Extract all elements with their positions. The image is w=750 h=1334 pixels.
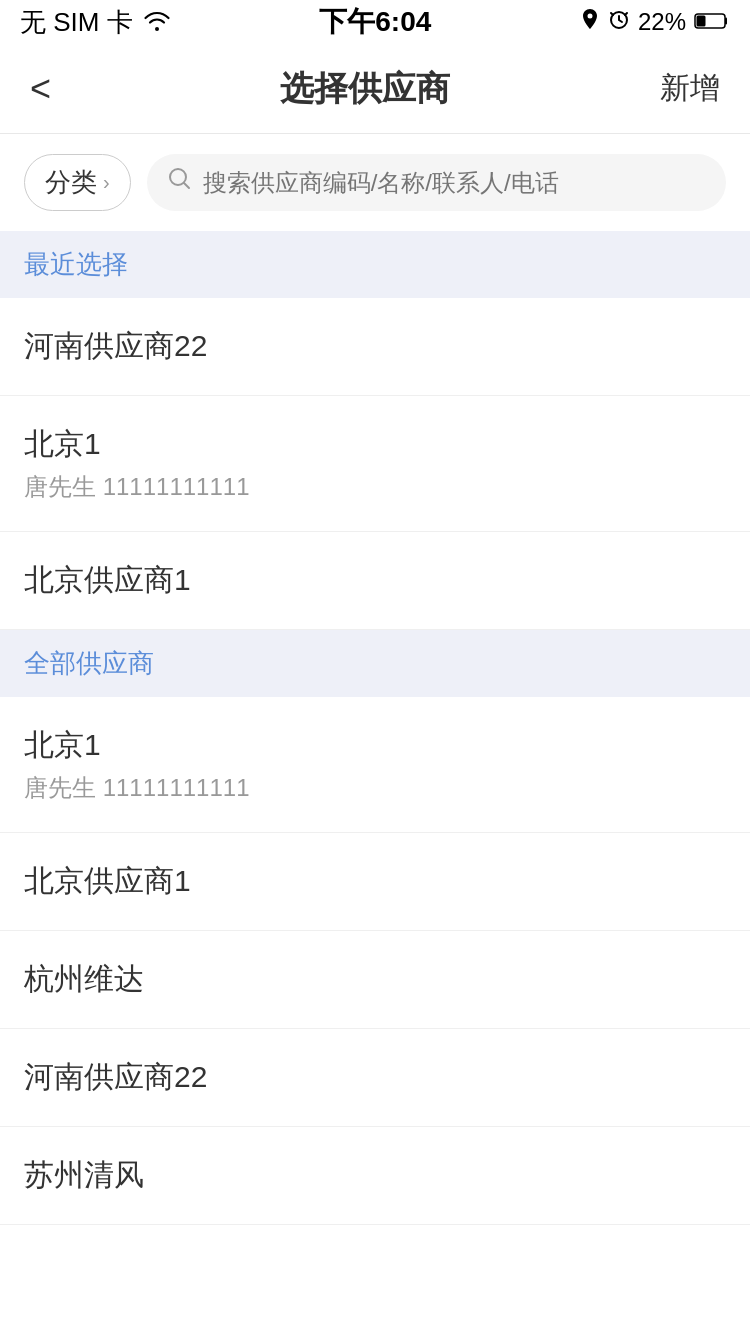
- all-list: 北京1 唐先生 11111111111 北京供应商1 杭州维达河南供应商22 苏州清风: [0, 697, 750, 1225]
- status-left: 无 SIM 卡: [20, 5, 171, 40]
- category-label: 分类: [45, 165, 97, 200]
- filter-bar: 分类 ›: [0, 134, 750, 231]
- page-title: 选择供应商: [280, 66, 450, 112]
- location-icon: [580, 8, 600, 36]
- search-box[interactable]: [147, 154, 726, 211]
- back-button[interactable]: <: [30, 68, 90, 110]
- item-name: 北京1: [24, 725, 726, 766]
- item-name: 河南供应商22: [24, 1057, 726, 1098]
- wifi-icon: [143, 7, 171, 38]
- item-name: 北京供应商1: [24, 560, 726, 601]
- all-label: 全部供应商: [24, 648, 154, 678]
- item-sub: 唐先生 11111111111: [24, 772, 726, 804]
- item-name: 杭州维达: [24, 959, 726, 1000]
- all-section-header: 全部供应商: [0, 630, 750, 697]
- recent-label: 最近选择: [24, 249, 128, 279]
- status-time: 下午6:04: [319, 3, 431, 41]
- recent-section-header: 最近选择: [0, 231, 750, 298]
- list-item[interactable]: 北京供应商1: [0, 833, 750, 931]
- chevron-right-icon: ›: [103, 171, 110, 194]
- category-button[interactable]: 分类 ›: [24, 154, 131, 211]
- item-sub: 唐先生 11111111111: [24, 471, 726, 503]
- item-name: 北京供应商1: [24, 861, 726, 902]
- item-name: 苏州清风: [24, 1155, 726, 1196]
- item-name: 北京1: [24, 424, 726, 465]
- recent-list: 河南供应商22 北京1 唐先生 11111111111 北京供应商1: [0, 298, 750, 630]
- list-item[interactable]: 河南供应商22: [0, 298, 750, 396]
- status-right: 22%: [580, 8, 730, 36]
- alarm-icon: [608, 8, 630, 36]
- battery-percent: 22%: [638, 8, 686, 36]
- nav-bar: < 选择供应商 新增: [0, 44, 750, 134]
- no-sim-label: 无 SIM 卡: [20, 5, 133, 40]
- svg-rect-2: [696, 16, 705, 27]
- item-name: 河南供应商22: [24, 326, 726, 367]
- list-item[interactable]: 北京供应商1: [0, 532, 750, 630]
- search-icon: [167, 166, 193, 199]
- list-item[interactable]: 北京1 唐先生 11111111111: [0, 396, 750, 532]
- list-item[interactable]: 苏州清风: [0, 1127, 750, 1225]
- status-bar: 无 SIM 卡 下午6:04 22%: [0, 0, 750, 44]
- list-item[interactable]: 杭州维达: [0, 931, 750, 1029]
- battery-icon: [694, 8, 730, 36]
- list-item[interactable]: 河南供应商22: [0, 1029, 750, 1127]
- list-item[interactable]: 北京1 唐先生 11111111111: [0, 697, 750, 833]
- search-input[interactable]: [203, 169, 706, 197]
- add-button[interactable]: 新增: [640, 68, 720, 109]
